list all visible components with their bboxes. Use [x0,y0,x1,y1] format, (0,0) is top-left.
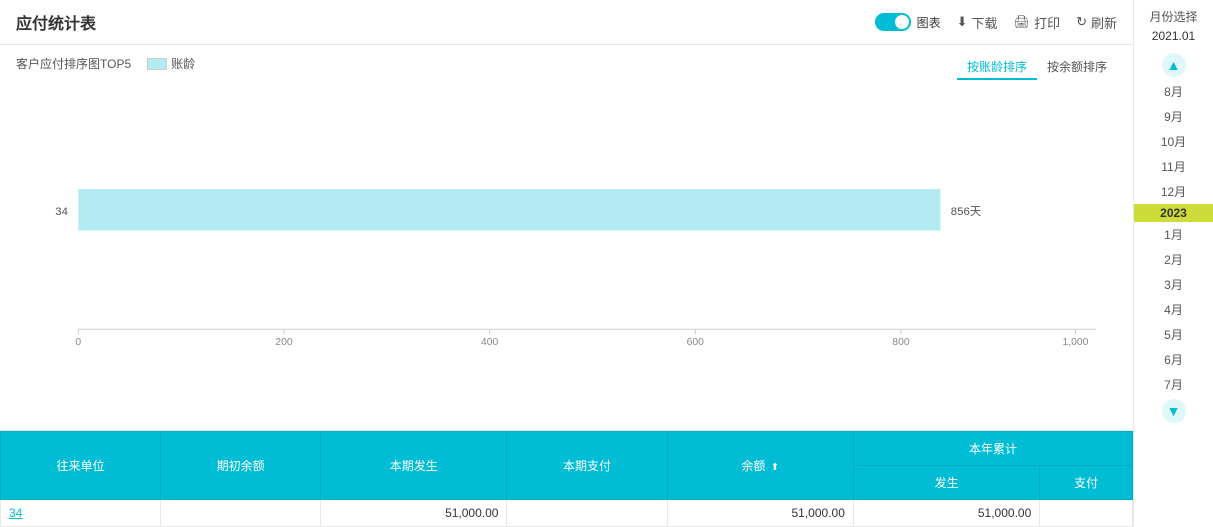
print-icon: 🖨 [1014,14,1031,30]
chart-legend: 客户应付排序图TOP5 账龄 [16,55,1117,72]
cell-ytd-occ: 51,000.00 [853,500,1039,527]
refresh-label: 刷新 [1091,13,1117,32]
col-current-pay: 本期支付 [507,432,667,500]
sidebar: 月份选择 2021.01 ▲ 8月 9月 10月 11月 12月 2023 1月… [1133,0,1213,527]
sort-by-balance-tab[interactable]: 按账龄排序 [957,55,1037,80]
month-item-3[interactable]: 3月 [1134,272,1213,297]
month-item-8[interactable]: 8月 [1134,79,1213,104]
download-label: 下载 [972,13,998,32]
col-unit: 往来单位 [1,432,161,500]
svg-text:0: 0 [75,337,81,348]
download-button[interactable]: ⬇ 下载 [957,13,998,32]
cell-current-pay [507,500,667,527]
sidebar-nav: ▲ 8月 9月 10月 11月 12月 2023 1月 2月 3月 4月 5月 … [1134,51,1213,425]
legend-item-1: 客户应付排序图TOP5 [16,55,131,72]
svg-text:600: 600 [687,337,705,348]
cell-balance: 51,000.00 [667,500,853,527]
month-item-6[interactable]: 6月 [1134,347,1213,372]
nav-down-arrow[interactable]: ▼ [1162,399,1186,423]
refresh-icon: ↻ [1076,14,1087,30]
month-item-2[interactable]: 2月 [1134,247,1213,272]
cell-unit[interactable]: 34 [1,500,161,527]
col-balance: 余额 ⬆ [667,432,853,500]
month-item-12[interactable]: 12月 [1134,179,1213,204]
print-button[interactable]: 🖨 打印 [1014,13,1061,32]
legend-label-1: 客户应付排序图TOP5 [16,55,131,72]
legend-item-2: 账龄 [147,55,195,72]
chart-label: 图表 [917,14,941,31]
cell-ytd-pay [1040,500,1133,527]
chart-svg: 34 856天 0 200 400 600 800 1,000 [16,80,1117,350]
page-header: 应付统计表 图表 ⬇ 下载 🖨 打印 ↻ 刷新 [0,0,1133,45]
month-item-10[interactable]: 10月 [1134,129,1213,154]
svg-text:200: 200 [275,337,293,348]
download-icon: ⬇ [957,14,968,30]
svg-text:856天: 856天 [951,206,982,218]
chart-area: 客户应付排序图TOP5 账龄 按账龄排序 按余额排序 34 856天 [0,45,1133,430]
col-ytd-occ: 发生 [853,466,1039,500]
nav-up-arrow[interactable]: ▲ [1162,53,1186,77]
cell-opening [161,500,321,527]
legend-label-2: 账龄 [171,55,195,72]
svg-text:400: 400 [481,337,499,348]
table-header-row: 往来单位 期初余额 本期发生 本期支付 余额 ⬆ 本年累计 [1,432,1133,466]
col-opening: 期初余额 [161,432,321,500]
month-item-4[interactable]: 4月 [1134,297,1213,322]
chart-toggle[interactable] [875,13,911,31]
sidebar-current-value: 2021.01 [1152,29,1195,43]
svg-text:800: 800 [892,337,910,348]
page-title: 应付统计表 [16,10,96,34]
header-actions: 图表 ⬇ 下载 🖨 打印 ↻ 刷新 [875,13,1117,32]
sort-tabs: 按账龄排序 按余额排序 [957,55,1117,80]
svg-text:34: 34 [55,206,68,218]
month-item-1[interactable]: 1月 [1134,222,1213,247]
year-marker-2023: 2023 [1134,204,1213,222]
chart-toggle-wrap: 图表 [875,13,941,31]
month-item-9[interactable]: 9月 [1134,104,1213,129]
print-label: 打印 [1034,13,1060,32]
month-item-5[interactable]: 5月 [1134,322,1213,347]
col-ytd-pay: 支付 [1040,466,1133,500]
legend-color-2 [147,58,167,70]
sidebar-title: 月份选择 [1149,8,1197,25]
chart-container: 34 856天 0 200 400 600 800 1,000 [16,80,1117,350]
cell-current-occ: 51,000.00 [321,500,507,527]
col-current-occ: 本期发生 [321,432,507,500]
month-item-11[interactable]: 11月 [1134,154,1213,179]
sort-by-amount-tab[interactable]: 按余额排序 [1037,55,1117,80]
col-ytd: 本年累计 [853,432,1132,466]
svg-text:1,000: 1,000 [1062,337,1088,348]
month-item-7[interactable]: 7月 [1134,372,1213,397]
refresh-button[interactable]: ↻ 刷新 [1076,13,1117,32]
data-table: 往来单位 期初余额 本期发生 本期支付 余额 ⬆ 本年累计 发生 支付 [0,431,1133,527]
table-wrap: 往来单位 期初余额 本期发生 本期支付 余额 ⬆ 本年累计 发生 支付 [0,430,1133,527]
table-row: 34 51,000.00 51,000.00 51,000.00 [1,500,1133,527]
